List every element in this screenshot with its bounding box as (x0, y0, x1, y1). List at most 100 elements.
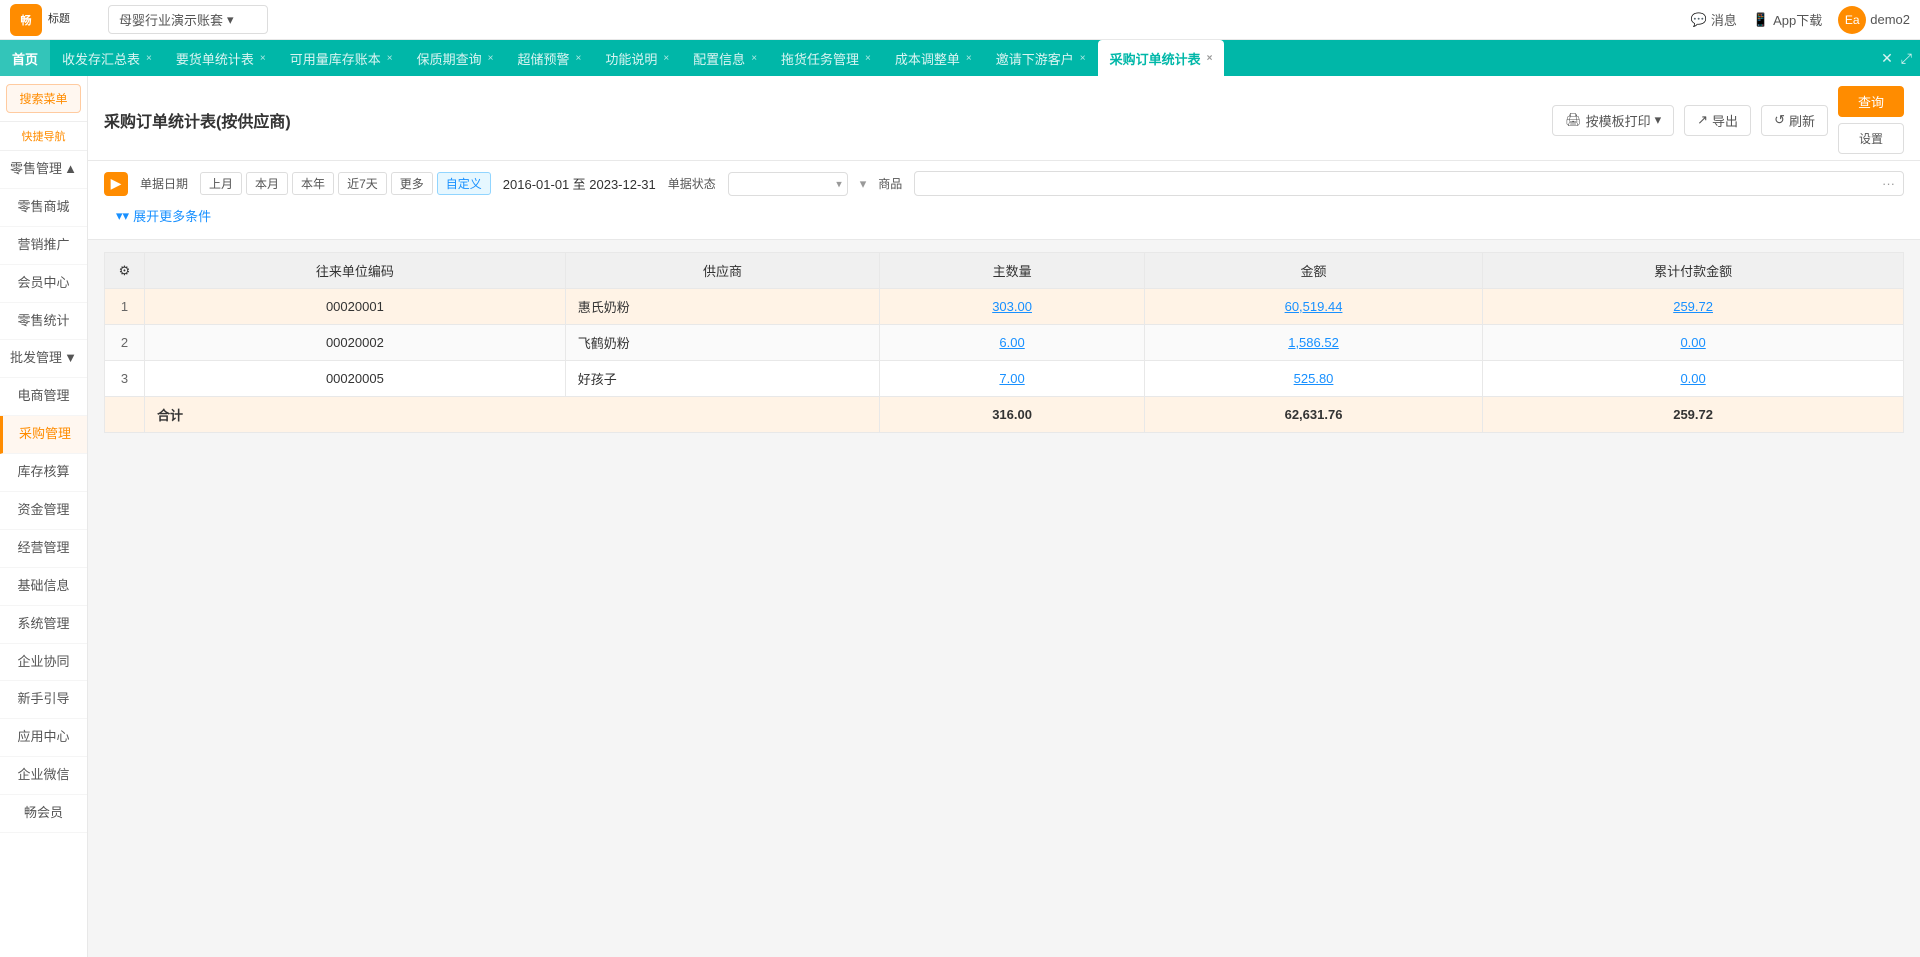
sidebar-inventory-label: 库存核算 (17, 464, 69, 479)
date-btn-this-year[interactable]: 本年 (292, 172, 334, 195)
product-filter-input[interactable] (923, 177, 1882, 191)
table-row[interactable]: 3 00020005 好孩子 7.00 525.80 0.00 (105, 361, 1904, 397)
search-menu-btn[interactable]: 搜索菜单 (6, 84, 81, 113)
maximize-btn[interactable]: ⤢ (1901, 50, 1912, 67)
message-btn[interactable]: 💬 消息 (1691, 10, 1737, 29)
tab-shoufayuhui[interactable]: 收发存汇总表 × (50, 40, 164, 76)
store-dropdown-icon: ▾ (227, 12, 234, 28)
tab-baozhiqi-close[interactable]: × (488, 53, 494, 64)
product-filter-input-wrap[interactable]: ··· (914, 171, 1904, 196)
tab-chaochuyujing[interactable]: 超储预警 × (505, 40, 593, 76)
sidebar-item-zero-retail[interactable]: 零售管理 ▲ (0, 151, 87, 189)
top-right-area: 💬 消息 📱 App下载 Ea demo2 (1691, 6, 1910, 34)
close-all-tabs-btn[interactable]: ✕ (1881, 50, 1893, 67)
tab-chengben[interactable]: 成本调整单 × (883, 40, 984, 76)
tab-keyongliang[interactable]: 可用量库存账本 × (278, 40, 405, 76)
tab-chengben-label: 成本调整单 (895, 49, 960, 68)
cell-amount[interactable]: 1,586.52 (1144, 325, 1482, 361)
tab-chengben-close[interactable]: × (966, 53, 972, 64)
message-label: 消息 (1711, 10, 1737, 29)
nav-tab-actions: ✕ ⤢ (1881, 50, 1920, 67)
cell-amount[interactable]: 60,519.44 (1144, 289, 1482, 325)
sidebar-item-wechat[interactable]: 企业微信 (0, 757, 87, 795)
tab-yaohuo-close[interactable]: × (260, 53, 266, 64)
export-button[interactable]: ↗ 导出 (1684, 105, 1751, 136)
tab-shoufayuhui-close[interactable]: × (146, 53, 152, 64)
cell-amount[interactable]: 525.80 (1144, 361, 1482, 397)
sidebar-item-vip[interactable]: 畅会员 (0, 795, 87, 833)
col-paid: 累计付款金额 (1483, 253, 1904, 289)
sidebar-item-ecommerce[interactable]: 电商管理 (0, 378, 87, 416)
sidebar-item-newbie[interactable]: 新手引导 (0, 681, 87, 719)
sidebar-item-basic-info[interactable]: 基础信息 (0, 568, 87, 606)
sidebar-item-app-center[interactable]: 应用中心 (0, 719, 87, 757)
status-select[interactable] (728, 172, 848, 196)
col-amount: 金额 (1144, 253, 1482, 289)
refresh-button[interactable]: ↺ 刷新 (1761, 105, 1828, 136)
cell-paid[interactable]: 259.72 (1483, 289, 1904, 325)
tab-caigou[interactable]: 采购订单统计表 × (1098, 40, 1225, 76)
tab-tuohuo-close[interactable]: × (865, 53, 871, 64)
tab-chaochuyujing-close[interactable]: × (575, 53, 581, 64)
product-more-icon[interactable]: ··· (1882, 176, 1895, 191)
print-label: 按模板打印 (1586, 111, 1651, 130)
sidebar-nav-btn[interactable]: 快捷导航 (0, 122, 87, 151)
tab-caigou-close[interactable]: × (1207, 53, 1213, 64)
settings-button[interactable]: 设置 (1838, 123, 1904, 154)
print-button[interactable]: 🖨 按模板打印 ▾ (1552, 105, 1674, 136)
sidebar-item-enterprise[interactable]: 企业协同 (0, 644, 87, 682)
date-btn-custom[interactable]: 自定义 (437, 172, 491, 195)
sidebar-item-system[interactable]: 系统管理 (0, 606, 87, 644)
tab-baozhiqi[interactable]: 保质期查询 × (405, 40, 506, 76)
date-range-separator: 至 (573, 177, 590, 192)
sidebar-item-finance[interactable]: 资金管理 (0, 492, 87, 530)
tab-yaohuo[interactable]: 要货单统计表 × (164, 40, 278, 76)
sidebar-item-wholesale[interactable]: 批发管理 ▼ (0, 340, 87, 378)
message-icon: 💬 (1691, 12, 1707, 28)
date-to: 2023-12-31 (589, 177, 656, 192)
sidebar-item-inventory[interactable]: 库存核算 (0, 454, 87, 492)
filter-toggle-btn[interactable]: ▶ (104, 172, 128, 196)
date-btn-more[interactable]: 更多 (391, 172, 433, 195)
sidebar-zero-retail-label: 零售管理 (10, 161, 62, 178)
app-label: App下载 (1773, 10, 1822, 29)
tab-tuohuo[interactable]: 拖货任务管理 × (769, 40, 883, 76)
sidebar-wholesale-label: 批发管理 (10, 350, 62, 367)
sidebar-item-marketing[interactable]: 营销推广 (0, 227, 87, 265)
sidebar-item-operations[interactable]: 经营管理 (0, 530, 87, 568)
tab-peizhi-close[interactable]: × (751, 53, 757, 64)
user-info[interactable]: Ea demo2 (1838, 6, 1910, 34)
sidebar-member-label: 会员中心 (17, 275, 69, 290)
table-row[interactable]: 2 00020002 飞鹤奶粉 6.00 1,586.52 0.00 (105, 325, 1904, 361)
sidebar-item-purchase[interactable]: 采购管理 (0, 416, 87, 454)
cell-qty[interactable]: 7.00 (880, 361, 1145, 397)
cell-qty[interactable]: 303.00 (880, 289, 1145, 325)
tab-gongneng-close[interactable]: × (663, 53, 669, 64)
footer-empty-1 (105, 397, 145, 433)
tab-yaoqing-close[interactable]: × (1080, 53, 1086, 64)
sidebar-item-member[interactable]: 会员中心 (0, 265, 87, 303)
tab-home[interactable]: 首页 (0, 40, 50, 76)
query-button[interactable]: 查询 (1838, 86, 1904, 117)
sidebar-item-zero-mall[interactable]: 零售商城 (0, 189, 87, 227)
tab-peizhi[interactable]: 配置信息 × (681, 40, 769, 76)
expand-conditions-btn[interactable]: ▾▾ 展开更多条件 (104, 202, 1904, 229)
tab-yaoqing-label: 邀请下游客户 (996, 49, 1074, 68)
app-download-btn[interactable]: 📱 App下载 (1753, 10, 1822, 29)
cell-paid[interactable]: 0.00 (1483, 361, 1904, 397)
table-row[interactable]: 1 00020001 惠氏奶粉 303.00 60,519.44 259.72 (105, 289, 1904, 325)
tab-yaoqing[interactable]: 邀请下游客户 × (984, 40, 1098, 76)
status-filter-label: 单据状态 (668, 175, 716, 192)
date-btn-this-month[interactable]: 本月 (246, 172, 288, 195)
print-dropdown-icon: ▾ (1655, 112, 1662, 128)
date-btn-7days[interactable]: 近7天 (338, 172, 387, 195)
cell-paid[interactable]: 0.00 (1483, 325, 1904, 361)
cell-qty[interactable]: 6.00 (880, 325, 1145, 361)
sidebar-item-zero-stat[interactable]: 零售统计 (0, 303, 87, 341)
tab-gongneng[interactable]: 功能说明 × (593, 40, 681, 76)
date-btn-last-month[interactable]: 上月 (200, 172, 242, 195)
col-settings[interactable]: ⚙ (105, 253, 145, 289)
product-filter-label: 商品 (878, 175, 902, 192)
tab-keyongliang-close[interactable]: × (387, 53, 393, 64)
store-selector[interactable]: 母婴行业演示账套 ▾ (108, 5, 268, 34)
